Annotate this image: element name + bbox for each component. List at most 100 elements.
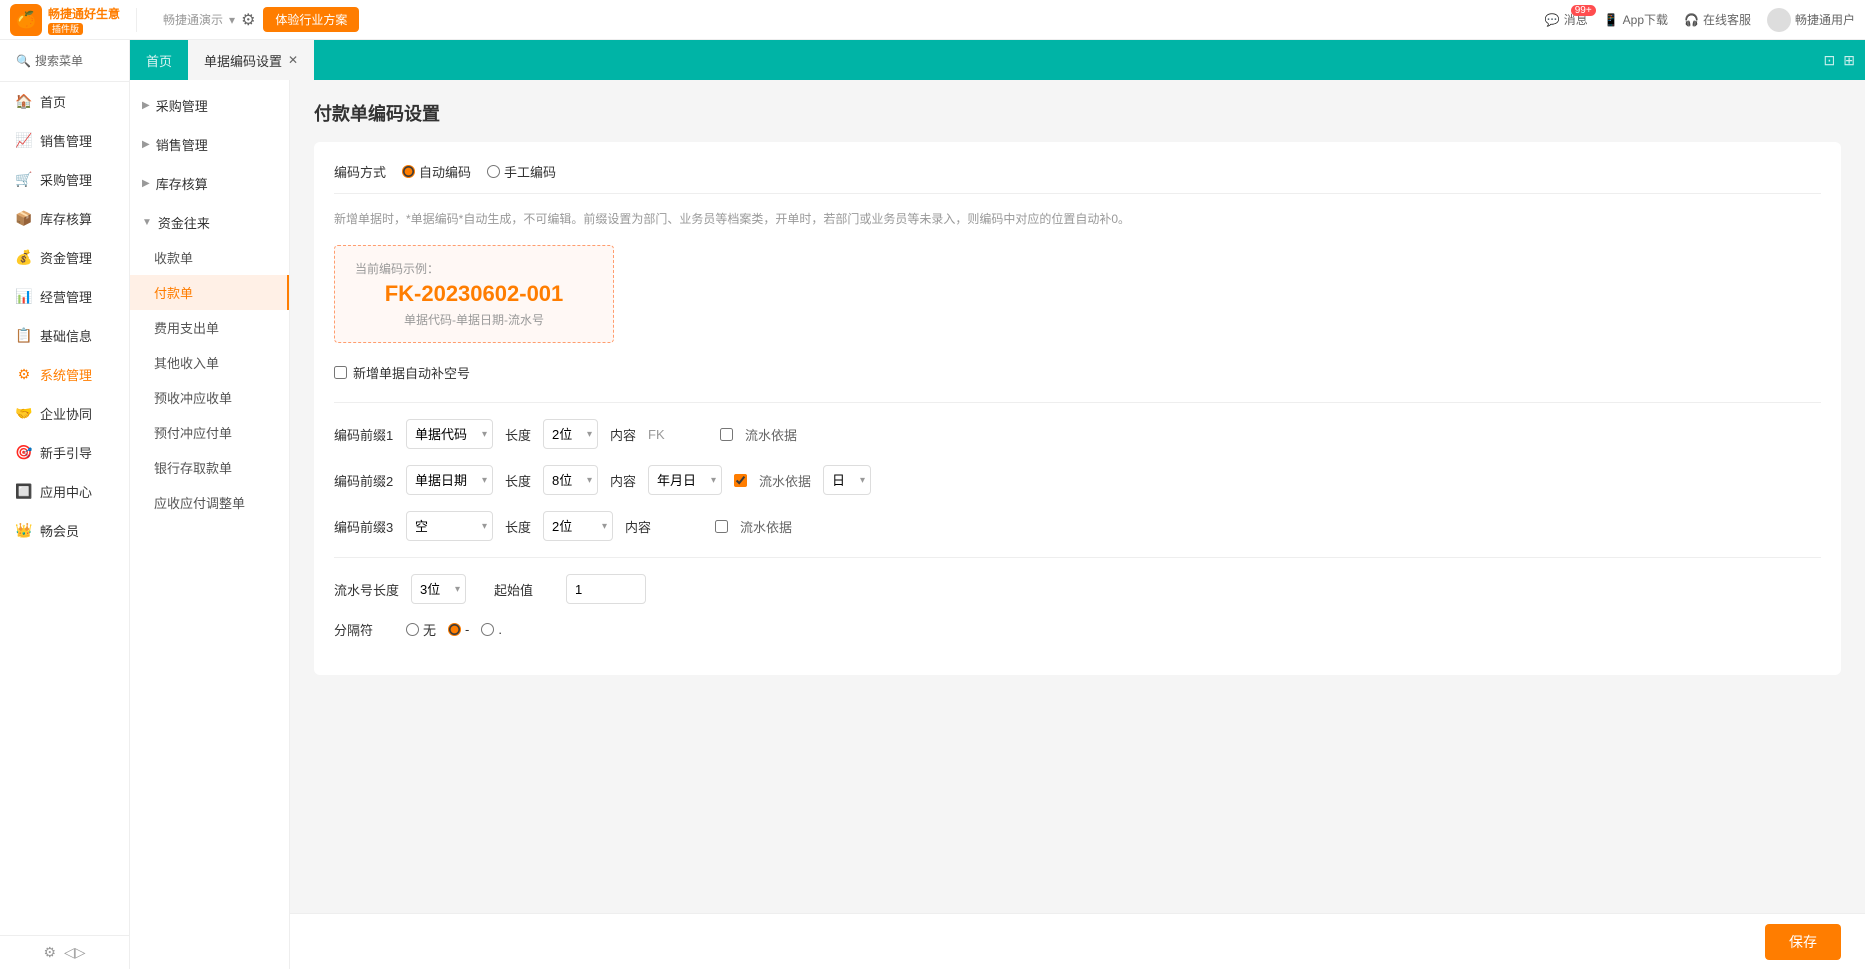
prefix2-select[interactable]: 单据代码 单据日期 空 [406,465,493,495]
sub-group-sales-title[interactable]: ▶ 销售管理 [130,127,289,162]
logo-text: 畅捷通好生意 插件版 [48,5,120,35]
sub-item-other-income[interactable]: 其他收入单 [130,345,289,380]
auto-code-radio[interactable]: 自动编码 [402,162,471,181]
search-icon: 🔍 [16,54,31,68]
enterprise-icon: 🤝 [16,406,32,422]
sep-dot-radio[interactable]: . [481,622,502,637]
prefix2-row: 编码前缀2 单据代码 单据日期 空 长度 [334,465,1821,495]
prefix2-length-select[interactable]: 2位 4位 6位 8位 [543,465,598,495]
prefix1-content-value: FK [648,427,708,442]
settings-panel: 编码方式 自动编码 手工编码 [314,142,1841,675]
sub-item-ar-ap[interactable]: 应收应付调整单 [130,485,289,520]
prefix2-select-wrap: 单据代码 单据日期 空 [406,465,493,495]
sidebar-item-basic[interactable]: 📋 基础信息 [0,316,129,355]
code-type-row: 编码方式 自动编码 手工编码 [334,162,1821,194]
sub-item-expense[interactable]: 费用支出单 [130,310,289,345]
trial-button[interactable]: 体验行业方案 [263,7,359,32]
prefix3-select[interactable]: 单据代码 单据日期 空 [406,511,493,541]
serial-start-input[interactable] [566,574,646,604]
sub-item-bank-deposit[interactable]: 银行存取款单 [130,450,289,485]
guide-icon: 🎯 [16,445,32,461]
system-icon: ⚙ [16,367,32,383]
prefix3-content-label: 内容 [625,517,651,536]
prefix2-length-label: 长度 [505,471,531,490]
arrow-right-icon3: ▶ [142,178,150,189]
prefix3-serial-checkbox[interactable] [715,520,728,533]
save-button[interactable]: 保存 [1765,924,1841,960]
prefix2-serial-checkbox[interactable] [734,474,747,487]
collapse-icon[interactable]: ◁▷ [64,944,86,961]
sub-group-capital-title[interactable]: ▼ 资金往来 [130,205,289,240]
prefix1-length-wrap: 2位 4位 6位 [543,419,598,449]
sidebar-item-enterprise[interactable]: 🤝 企业协同 [0,394,129,433]
sidebar-item-inventory[interactable]: 📦 库存核算 [0,199,129,238]
sidebar-item-guide[interactable]: 🎯 新手引导 [0,433,129,472]
prefix1-select-wrap: 单据代码 单据日期 空 [406,419,493,449]
prefix2-serial-unit-select[interactable]: 日 月 年 [823,465,871,495]
member-icon: 👑 [16,523,32,539]
sidebar-item-apps[interactable]: 🔲 应用中心 [0,472,129,511]
sub-item-payment[interactable]: 付款单 [130,275,289,310]
sub-item-prepay-pay[interactable]: 预付冲应付单 [130,415,289,450]
dropdown-icon[interactable]: ▾ [229,13,235,27]
settings-bottom-icon[interactable]: ⚙ [43,944,56,961]
prefix1-select[interactable]: 单据代码 单据日期 空 [406,419,493,449]
sep-dash-radio[interactable]: - [448,622,469,637]
page-content: 付款单编码设置 编码方式 自动编码 [290,80,1865,913]
online-service-item[interactable]: 🎧 在线客服 [1684,11,1751,28]
code-type-label: 编码方式 [334,162,386,181]
topbar-right: 💬 消息 99+ 📱 App下载 🎧 在线客服 畅捷通用户 [1545,8,1855,32]
prefix1-length-label: 长度 [505,425,531,444]
tab-minimize-icon[interactable]: ⊡ [1824,52,1836,69]
code-preview: 当前编码示例： FK-20230602-001 单据代码-单据日期-流水号 [334,245,614,343]
prefix2-content-wrap: 年月日 年月 年 [648,465,722,495]
divider2 [334,557,1821,558]
sep-none-radio[interactable]: 无 [406,620,436,639]
prefix3-length-select[interactable]: 2位 4位 [543,511,613,541]
tab-code-settings[interactable]: 单据编码设置 ✕ [188,40,314,80]
message-item[interactable]: 💬 消息 99+ [1545,11,1588,28]
inner-layout: ▶ 采购管理 ▶ 销售管理 ▶ 库存核算 [130,80,1865,969]
prefix1-serial-checkbox[interactable] [720,428,733,441]
prefix3-length-label: 长度 [505,517,531,536]
sidebar-item-purchase[interactable]: 🛒 采购管理 [0,160,129,199]
manual-code-radio[interactable]: 手工编码 [487,162,556,181]
tab-maximize-icon[interactable]: ⊞ [1843,52,1855,69]
app-icon: 📱 [1604,13,1619,27]
tab-bar: 首页 单据编码设置 ✕ ⊡ ⊞ [130,40,1865,80]
prefix3-length-wrap: 2位 4位 [543,511,613,541]
finance-icon: 💰 [16,250,32,266]
sidebar-item-member[interactable]: 👑 畅会员 [0,511,129,550]
settings-icon[interactable]: ⚙ [241,10,255,30]
sub-group-inventory-title[interactable]: ▶ 库存核算 [130,166,289,201]
content-area: 首页 单据编码设置 ✕ ⊡ ⊞ ▶ 采购管理 [130,40,1865,969]
serial-start-label: 起始值 [494,580,554,599]
auto-fill-checkbox[interactable] [334,366,347,379]
serial-length-select[interactable]: 2位 3位 4位 [411,574,466,604]
user-item[interactable]: 畅捷通用户 [1767,8,1855,32]
sidebar-item-home[interactable]: 🏠 首页 [0,82,129,121]
tab-close-icon[interactable]: ✕ [288,53,298,67]
app-download-item[interactable]: 📱 App下载 [1604,11,1668,28]
sub-item-prepay-receive[interactable]: 预收冲应收单 [130,380,289,415]
prefix1-length-select[interactable]: 2位 4位 6位 [543,419,598,449]
inventory-icon: 📦 [16,211,32,227]
sub-group-purchase-title[interactable]: ▶ 采购管理 [130,88,289,123]
serial-length-wrap: 2位 3位 4位 [411,574,466,604]
sub-group-inventory: ▶ 库存核算 [130,166,289,201]
tab-home[interactable]: 首页 [130,40,188,80]
prefix2-content-select[interactable]: 年月日 年月 年 [648,465,722,495]
prefix2-serial-unit-wrap: 日 月 年 [823,465,871,495]
separator-label: 分隔符 [334,620,394,639]
sidebar-item-operations[interactable]: 📊 经营管理 [0,277,129,316]
sub-item-receipt[interactable]: 收款单 [130,240,289,275]
arrow-down-icon: ▼ [142,217,152,228]
search-menu-button[interactable]: 🔍 搜索菜单 [8,48,121,73]
sidebar-item-system[interactable]: ⚙ 系统管理 [0,355,129,394]
sidebar-item-sales[interactable]: 📈 销售管理 [0,121,129,160]
prefix3-select-wrap: 单据代码 单据日期 空 [406,511,493,541]
main-layout: 🔍 搜索菜单 🏠 首页 📈 销售管理 🛒 采购管理 📦 库存核算 💰 资金管理 … [0,40,1865,969]
sidebar-item-finance[interactable]: 💰 资金管理 [0,238,129,277]
home-icon: 🏠 [16,94,32,110]
prefix2-serial-label: 流水依据 [759,471,811,490]
